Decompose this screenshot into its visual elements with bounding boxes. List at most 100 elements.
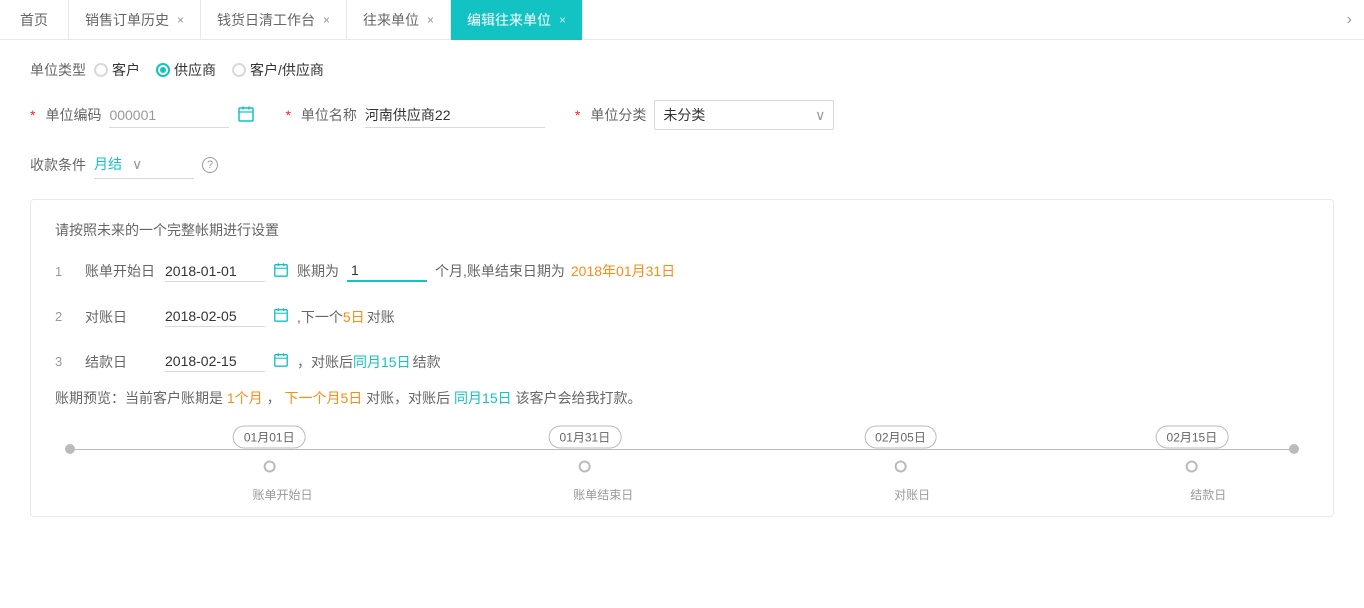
summary-text1: ， <box>267 390 281 406</box>
unit-code-calendar-icon[interactable] <box>237 105 255 126</box>
tl-badge-1: 01月01日 <box>233 426 306 449</box>
period-suffix-after-1: 个月,账单结束日期为 <box>435 261 565 281</box>
summary-highlight3: 同月15日 <box>454 390 512 406</box>
tab-partner-units[interactable]: 往来单位 × <box>347 0 451 40</box>
period-row2-highlight: 5日 <box>343 307 365 327</box>
unit-type-group: 单位类型 客户 供应商 客户/供应商 <box>30 60 324 80</box>
unit-code-label: 单位编码 <box>45 105 101 125</box>
period-date-2[interactable] <box>165 306 265 327</box>
period-row2-prefix: ,下一个 <box>297 307 343 327</box>
period-row2-suffix: 对账 <box>367 307 395 327</box>
tab-edit-partner-label: 编辑往来单位 <box>467 10 551 30</box>
radio-supplier-circle <box>156 63 170 77</box>
period-end-date: 2018年01月31日 <box>571 261 675 281</box>
period-num-2: 2 <box>55 309 85 324</box>
timeline-line: 01月01日 01月31日 02月05日 02月15 <box>75 449 1289 450</box>
unit-name-group: * 单位名称 <box>285 103 544 128</box>
payment-select[interactable]: 月结 ∨ <box>94 150 194 179</box>
summary-row: 账期预览：当前客户账期是 1个月 ， 下一个月5日 对账，对账后 同月15日 该… <box>55 388 1309 408</box>
summary-text2: 对账，对账后 <box>366 390 450 406</box>
radio-both[interactable]: 客户/供应商 <box>232 60 324 80</box>
period-cal-2[interactable] <box>273 307 289 326</box>
summary-prefix: 账期预览：当前客户账期是 <box>55 390 223 406</box>
tab-home-label: 首页 <box>20 10 48 30</box>
tl-node-2: 01月31日 <box>549 426 622 473</box>
period-cal-1[interactable] <box>273 262 289 281</box>
period-label-1: 账单开始日 <box>85 261 165 281</box>
payment-label: 收款条件 <box>30 155 86 175</box>
main-content: 单位类型 客户 供应商 客户/供应商 * 单位编码 <box>0 40 1364 608</box>
unit-type-label: 单位类型 <box>30 60 86 80</box>
tab-sales-history[interactable]: 销售订单历史 × <box>69 0 201 40</box>
unit-name-input[interactable] <box>365 103 545 128</box>
tab-home[interactable]: 首页 <box>0 0 69 40</box>
period-label-3: 结款日 <box>85 352 165 372</box>
tl-node-1: 01月01日 <box>233 426 306 473</box>
tl-badge-2: 01月31日 <box>549 426 622 449</box>
tab-cash-work-label: 钱货日清工作台 <box>217 10 315 30</box>
period-card: 请按照未来的一个完整帐期进行设置 1 账单开始日 账期为 个月,账单结束日期为 … <box>30 199 1334 517</box>
period-row3-highlight: 同月15日 <box>353 352 411 372</box>
unit-name-required: * <box>285 107 290 123</box>
payment-help-icon[interactable]: ? <box>202 157 218 173</box>
period-row-1: 1 账单开始日 账期为 个月,账单结束日期为 2018年01月31日 <box>55 260 1309 282</box>
period-label-2: 对账日 <box>85 307 165 327</box>
unit-code-input[interactable] <box>109 103 229 128</box>
tl-dot-1 <box>263 461 275 473</box>
tab-edit-partner-close[interactable]: × <box>559 13 566 27</box>
radio-both-circle <box>232 63 246 77</box>
radio-group-unit-type: 客户 供应商 客户/供应商 <box>94 60 324 80</box>
unit-classify-select[interactable]: 未分类 ∨ <box>654 100 834 130</box>
summary-highlight2: 下一个月5日 <box>284 390 362 406</box>
tl-label-1: 账单开始日 <box>252 486 312 503</box>
radio-supplier-label: 供应商 <box>174 60 216 80</box>
tab-sales-history-close[interactable]: × <box>177 13 184 27</box>
period-row-2: 2 对账日 ,下一个 5日 对账 <box>55 306 1309 327</box>
unit-code-required: * <box>30 107 35 123</box>
period-num-3: 3 <box>55 354 85 369</box>
tab-partner-units-label: 往来单位 <box>363 10 419 30</box>
radio-customer-circle <box>94 63 108 77</box>
unit-classify-label: 单位分类 <box>590 105 646 125</box>
tl-node-3: 02月05日 <box>864 426 937 473</box>
tl-badge-3: 02月05日 <box>864 426 937 449</box>
tl-node-4: 02月15日 <box>1156 426 1229 473</box>
tab-cash-work[interactable]: 钱货日清工作台 × <box>201 0 347 40</box>
tl-dot-4 <box>1186 461 1198 473</box>
tl-label-2: 账单结束日 <box>573 486 633 503</box>
tl-label-4: 结款日 <box>1190 486 1226 503</box>
period-num-1: 1 <box>55 264 85 279</box>
period-row3-suffix: 结款 <box>413 352 441 372</box>
unit-classify-value: 未分类 <box>663 105 705 125</box>
tl-dot-2 <box>579 461 591 473</box>
period-cal-3[interactable] <box>273 352 289 371</box>
unit-classify-required: * <box>575 107 580 123</box>
tab-edit-partner[interactable]: 编辑往来单位 × <box>451 0 583 40</box>
timeline-right-dot <box>1289 444 1299 454</box>
payment-row: 收款条件 月结 ∨ ? <box>30 150 1334 179</box>
period-card-title: 请按照未来的一个完整帐期进行设置 <box>55 220 1309 240</box>
unit-info-row: * 单位编码 * 单位名称 * 单位分类 未分类 ∨ <box>30 100 1334 130</box>
period-suffix-before-1: 账期为 <box>297 261 339 281</box>
period-date-3[interactable] <box>165 351 265 372</box>
timeline: 01月01日 01月31日 02月05日 02月15 <box>55 424 1309 496</box>
tab-cash-work-close[interactable]: × <box>323 13 330 27</box>
unit-code-group: * 单位编码 <box>30 103 255 128</box>
payment-arrow: ∨ <box>132 156 142 173</box>
radio-supplier[interactable]: 供应商 <box>156 60 216 80</box>
period-date-1[interactable] <box>165 261 265 282</box>
radio-customer[interactable]: 客户 <box>94 60 140 80</box>
unit-classify-arrow: ∨ <box>815 107 825 124</box>
period-months-input[interactable] <box>347 260 427 282</box>
timeline-left-dot <box>65 444 75 454</box>
unit-classify-group: * 单位分类 未分类 ∨ <box>575 100 834 130</box>
radio-customer-label: 客户 <box>112 60 140 80</box>
tabs-expand-icon[interactable]: › <box>1335 11 1364 29</box>
summary-highlight1: 1个月 <box>227 390 263 406</box>
summary-text3: 该客户会给我打款。 <box>516 390 642 406</box>
unit-name-label: 单位名称 <box>301 105 357 125</box>
tab-partner-units-close[interactable]: × <box>427 13 434 27</box>
tl-label-3: 对账日 <box>894 486 930 503</box>
payment-value: 月结 <box>94 154 122 174</box>
tabs-bar: 首页 销售订单历史 × 钱货日清工作台 × 往来单位 × 编辑往来单位 × › <box>0 0 1364 40</box>
